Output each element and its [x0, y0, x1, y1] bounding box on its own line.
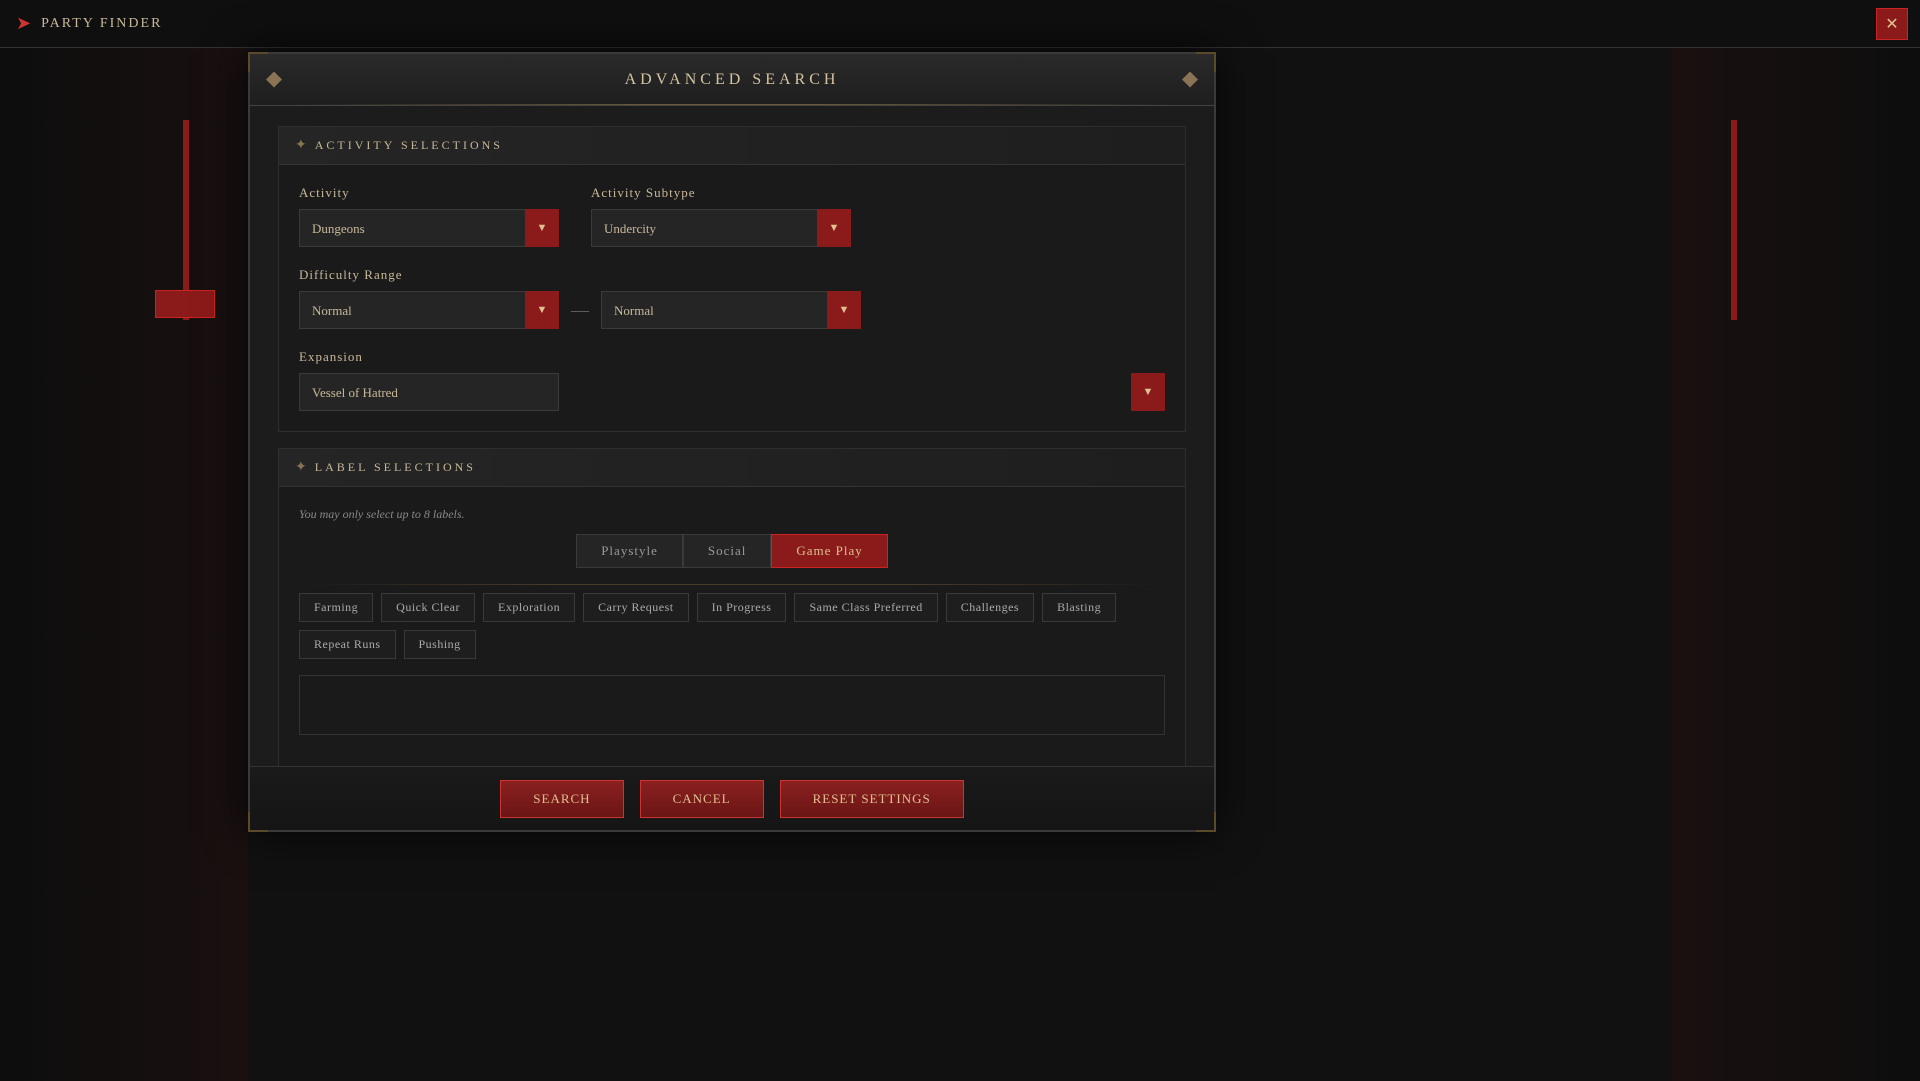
activity-subtype-group: Activity Subtype Undercity Cathedral of … [591, 185, 851, 247]
search-button[interactable]: Search [500, 780, 623, 818]
tag-pushing[interactable]: Pushing [404, 630, 476, 659]
activity-subtype-row: Activity Dungeons Raids World Events PvP [299, 185, 1165, 247]
arrow-icon: ➤ [16, 13, 31, 34]
activity-section-icon: ✦ [295, 137, 307, 154]
expansion-select-wrapper: Vessel of Hatred Base Game Season of Blo… [299, 373, 1165, 411]
difficulty-label: Difficulty Range [299, 267, 1165, 283]
tags-container: Farming Quick Clear Exploration Carry Re… [299, 593, 1165, 659]
difficulty-max-select[interactable]: Normal Hard Torment I Torment II Torment… [601, 291, 861, 329]
tag-blasting[interactable]: Blasting [1042, 593, 1116, 622]
side-panel-left [0, 0, 248, 1081]
close-button[interactable]: ✕ [1876, 8, 1908, 40]
activity-subtype-select[interactable]: Undercity Cathedral of Light Ruins Sanct… [591, 209, 851, 247]
activity-subtype-label: Activity Subtype [591, 185, 851, 201]
tab-social[interactable]: Social [683, 534, 772, 568]
red-accent-bar-right [1731, 120, 1737, 320]
label-tab-bar: Playstyle Social Game Play [299, 534, 1165, 568]
activity-select[interactable]: Dungeons Raids World Events PvP [299, 209, 559, 247]
difficulty-min-wrapper: Normal Hard Torment I Torment II Torment… [299, 291, 559, 329]
tag-challenges[interactable]: Challenges [946, 593, 1034, 622]
label-section-body: You may only select up to 8 labels. Play… [279, 487, 1185, 760]
notes-textarea[interactable] [299, 675, 1165, 735]
dialog-title: ADVANCED SEARCH [625, 71, 840, 89]
tag-exploration[interactable]: Exploration [483, 593, 575, 622]
range-dash: — [571, 300, 589, 321]
cancel-button[interactable]: Cancel [640, 780, 764, 818]
expansion-select-arrow [1131, 373, 1165, 411]
tab-playstyle[interactable]: Playstyle [576, 534, 683, 568]
activity-label: Activity [299, 185, 559, 201]
expansion-label: Expansion [299, 349, 1165, 365]
tag-carry-request[interactable]: Carry Request [583, 593, 688, 622]
tab-gameplay[interactable]: Game Play [771, 534, 887, 568]
dialog-header: ADVANCED SEARCH [250, 54, 1214, 106]
activity-select-wrapper: Dungeons Raids World Events PvP [299, 209, 559, 247]
activity-group: Activity Dungeons Raids World Events PvP [299, 185, 559, 247]
label-note: You may only select up to 8 labels. [299, 507, 1165, 522]
diamond-icon-left [266, 72, 282, 88]
tag-repeat-runs[interactable]: Repeat Runs [299, 630, 396, 659]
tag-quick-clear[interactable]: Quick Clear [381, 593, 475, 622]
tag-farming[interactable]: Farming [299, 593, 373, 622]
label-section: ✦ LABEL SELECTIONS You may only select u… [278, 448, 1186, 777]
title-bar-text: PARTY FINDER [41, 16, 162, 32]
tag-same-class[interactable]: Same Class Preferred [794, 593, 937, 622]
side-panel-right [1672, 0, 1920, 1081]
activity-subtype-select-wrapper: Undercity Cathedral of Light Ruins Sanct… [591, 209, 851, 247]
diamond-icon-right [1182, 72, 1198, 88]
label-divider [299, 584, 1165, 585]
expansion-select[interactable]: Vessel of Hatred Base Game Season of Blo… [299, 373, 559, 411]
expansion-group: Expansion Vessel of Hatred Base Game Sea… [299, 349, 1165, 411]
reset-settings-button[interactable]: Reset Settings [780, 780, 964, 818]
activity-section-body: Activity Dungeons Raids World Events PvP [279, 165, 1185, 431]
title-bar: ➤ PARTY FINDER ✕ [0, 0, 1920, 48]
difficulty-max-wrapper: Normal Hard Torment I Torment II Torment… [601, 291, 861, 329]
side-red-button-left [155, 290, 215, 318]
activity-section: ✦ ACTIVITY SELECTIONS Activity Dungeons … [278, 126, 1186, 432]
dialog-content: ✦ ACTIVITY SELECTIONS Activity Dungeons … [250, 106, 1214, 813]
label-section-header: ✦ LABEL SELECTIONS [279, 449, 1185, 487]
difficulty-min-select[interactable]: Normal Hard Torment I Torment II Torment… [299, 291, 559, 329]
activity-section-header: ✦ ACTIVITY SELECTIONS [279, 127, 1185, 165]
activity-section-title: ACTIVITY SELECTIONS [315, 138, 503, 153]
tag-in-progress[interactable]: In Progress [697, 593, 787, 622]
label-section-icon: ✦ [295, 459, 307, 476]
advanced-search-dialog: ADVANCED SEARCH ✦ ACTIVITY SELECTIONS Ac… [248, 52, 1216, 832]
dialog-footer: Search Cancel Reset Settings [250, 766, 1214, 830]
header-decoration-line [290, 104, 1174, 105]
difficulty-group: Difficulty Range Normal Hard Torment I T… [299, 267, 1165, 329]
label-section-title: LABEL SELECTIONS [315, 460, 476, 475]
difficulty-row: Normal Hard Torment I Torment II Torment… [299, 291, 1165, 329]
